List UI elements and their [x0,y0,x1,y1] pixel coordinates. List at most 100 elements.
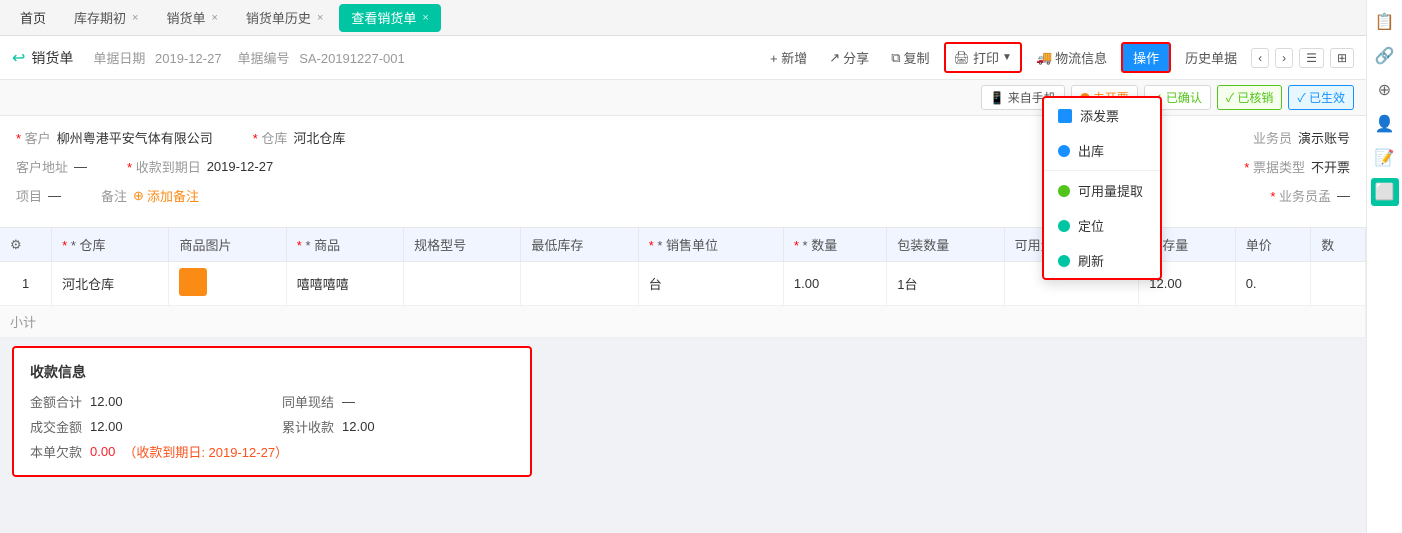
operate-button[interactable]: 操作 [1121,42,1171,73]
payment-info-box: 收款信息 金额合计 12.00 同单现结 — 成交金额 12.00 累计收款 1… [12,346,532,477]
toolbar-actions: + 新增 ↗ 分享 ⧉ 复制 🖨 打印 ▼ 🚚 物流信息 [762,42,1354,73]
add-note-button[interactable]: ⊕ 添加备注 [133,186,199,205]
logistics-button[interactable]: 🚚 物流信息 [1028,44,1115,71]
plus-icon: ⊕ [133,188,144,204]
date-value: 2019-12-27 [155,51,222,66]
product-img-col-header: 商品图片 [169,228,286,262]
share-button[interactable]: ↗ 分享 [821,44,877,71]
stock-out-item[interactable]: 出库 [1044,133,1160,168]
transaction-row: 成交金额 12.00 [30,417,262,436]
address-label: 客户地址 [16,157,68,176]
sidebar-doc-icon[interactable]: 📝 [1371,144,1399,172]
add-invoice-item[interactable]: 添发票 [1044,98,1160,133]
refresh-item[interactable]: 刷新 [1044,243,1160,278]
close-icon[interactable]: × [132,12,138,24]
subtotal-row: 小计 [0,306,1366,338]
row-qty: 1.00 [783,262,886,306]
package-qty-col-header: 包装数量 [887,228,1004,262]
operator-field: 业务员 演示账号 [1253,128,1350,147]
note-label: 备注 [101,186,127,205]
close-icon[interactable]: × [317,12,323,24]
row-min-stock [521,262,638,306]
grid-view-button[interactable]: ☰ [1299,48,1324,68]
doc-meta: 单据日期 2019-12-27 单据编号 SA-20191227-001 [93,48,404,67]
cumulative-label: 累计收款 [282,417,334,436]
warehouse-col-header: * * 仓库 [52,228,169,262]
sold-out-button[interactable]: ✓ 已核销 [1217,85,1283,110]
settlement-value: — [342,394,355,409]
sidebar-link-icon[interactable]: 🔗 [1371,42,1399,70]
next-button[interactable]: › [1275,48,1293,68]
settings-col-header: ⚙ [0,228,52,262]
available-extract-item[interactable]: 可用量提取 [1044,173,1160,208]
business-value: — [1337,188,1350,203]
row-unit-price: 0. [1235,262,1311,306]
phone-icon: 📱 [990,91,1005,105]
ticket-type-label: 票据类型 [1244,157,1305,176]
tab-sales-history[interactable]: 销货单历史 × [234,4,335,32]
print-icon: 🖨 [954,50,971,66]
invoice-icon [1058,109,1072,123]
unit-col-header: * * 销售单位 [638,228,783,262]
project-value: — [48,188,61,203]
product-col-header: * * 商品 [286,228,403,262]
effective-button[interactable]: ✓ 已生效 [1288,85,1354,110]
print-button[interactable]: 🖨 打印 ▼ [944,42,1022,73]
tab-sales-order[interactable]: 销货单 × [154,4,229,32]
warehouse-field: 仓库 河北仓库 [253,128,346,147]
copy-button[interactable]: ⧉ 复制 [883,44,937,71]
customer-label: 客户 [16,128,51,147]
ticket-type-field: 票据类型 不开票 [1244,157,1350,176]
extract-icon [1058,185,1070,197]
row-amount [1311,262,1366,306]
operation-dropdown: 添发票 出库 可用量提取 定位 刷新 [1042,96,1162,280]
row-spec [404,262,521,306]
close-icon[interactable]: × [211,12,217,24]
spec-col-header: 规格型号 [404,228,521,262]
sidebar-note-icon[interactable]: 📋 [1371,8,1399,36]
right-sidebar: 📋 🔗 ⊕ 👤 📝 ⬜ [1366,0,1402,533]
tab-inventory-init[interactable]: 库存期初 × [62,4,150,32]
prev-button[interactable]: ‹ [1251,48,1269,68]
warehouse-value: 河北仓库 [293,128,345,147]
gear-icon[interactable]: ⚙ [10,237,22,252]
close-icon[interactable]: × [422,12,428,24]
note-field: 备注 ⊕ 添加备注 [101,186,199,205]
due-date-label: 收款到期日 [127,157,201,176]
business-field: 业务员孟 — [1270,186,1350,205]
locate-item[interactable]: 定位 [1044,208,1160,243]
copy-icon: ⧉ [891,50,900,66]
project-label: 项目 [16,186,42,205]
date-label: 单据日期 2019-12-27 [93,48,221,67]
sidebar-add-icon[interactable]: ⊕ [1371,76,1399,104]
sales-order-icon: ↩ [12,48,25,68]
history-button[interactable]: 历史单据 [1177,44,1245,71]
tab-home[interactable]: 首页 [8,4,58,32]
sidebar-user-icon[interactable]: 👤 [1371,110,1399,138]
warehouse-label: 仓库 [253,128,288,147]
new-button[interactable]: + 新增 [762,44,815,71]
unit-price-col-header: 单价 [1235,228,1311,262]
tab-view-sales[interactable]: 查看销货单 × [339,4,440,32]
amount-total-value: 12.00 [90,394,123,409]
due-date-field: 收款到期日 2019-12-27 [127,157,273,176]
locate-icon [1058,220,1070,232]
arrears-value: 0.00 [90,444,115,459]
row-unit: 台 [638,262,783,306]
project-field: 项目 — [16,186,61,205]
amount-total-label: 金额合计 [30,392,82,411]
subtotal-label: 小计 [0,306,1366,338]
row-product-img [169,262,286,306]
sidebar-expand-icon[interactable]: ⬜ [1371,178,1399,206]
business-label: 业务员孟 [1270,186,1331,205]
transaction-label: 成交金额 [30,417,82,436]
customer-value: 柳州粤港平安气体有限公司 [57,128,213,147]
refresh-icon [1058,255,1070,267]
min-stock-col-header: 最低库存 [521,228,638,262]
cumulative-row: 累计收款 12.00 [282,417,514,436]
dropdown-arrow: ▼ [1002,52,1012,63]
arrears-label: 本单欠款 [30,442,82,461]
list-view-button[interactable]: ⊞ [1330,48,1354,68]
row-warehouse: 河北仓库 [52,262,169,306]
toolbar: ↩ 销货单 单据日期 2019-12-27 单据编号 SA-20191227-0… [0,36,1366,80]
